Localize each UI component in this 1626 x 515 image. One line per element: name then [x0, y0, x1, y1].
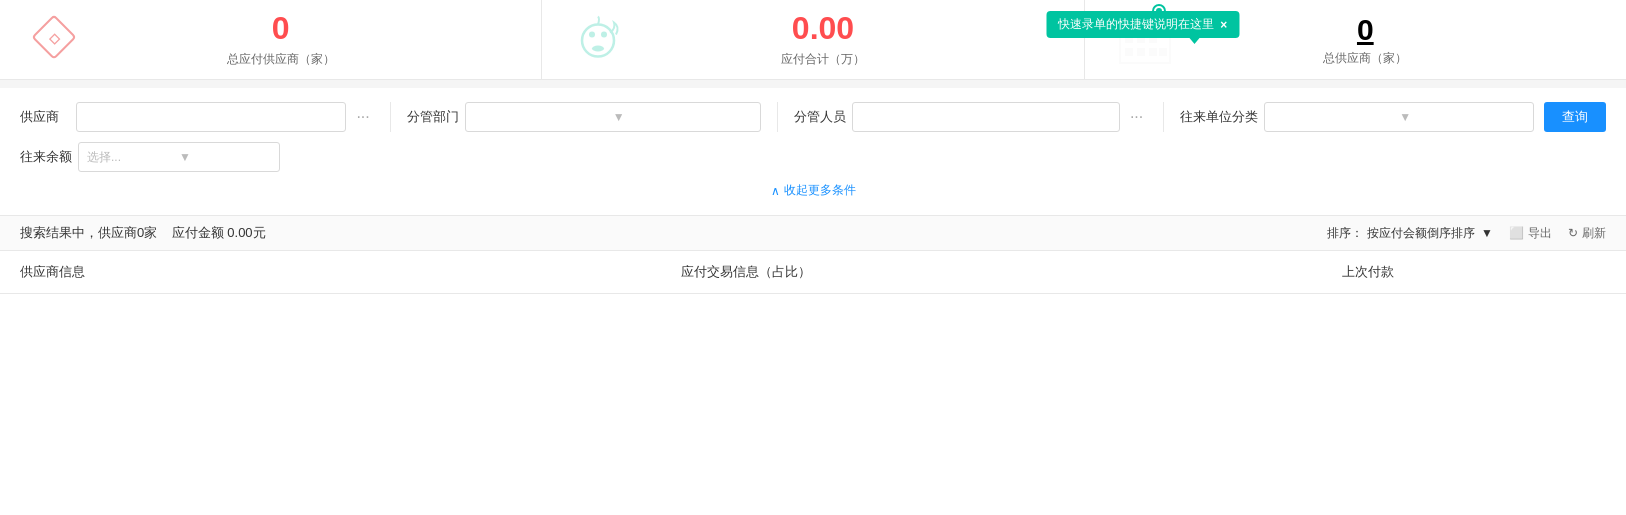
total-payable-suppliers-label: 总应付供应商（家）: [227, 51, 335, 68]
filter-supplier: 供应商 ···: [20, 102, 374, 132]
payable-total-value: 0.00: [781, 11, 865, 46]
department-chevron-icon: ▼: [613, 110, 752, 124]
svg-point-3: [589, 31, 595, 37]
stat-total-payable-suppliers: ◇ 0 总应付供应商（家）: [0, 0, 542, 79]
supplier-input-wrapper[interactable]: [76, 102, 346, 132]
filter-row-2: 往来余额 选择... ▼: [20, 142, 1606, 172]
tooltip-bubble: 快速录单的快捷键说明在这里 ×: [1046, 11, 1239, 38]
manager-more-dots[interactable]: ···: [1126, 108, 1147, 126]
stats-bar: ◇ 0 总应付供应商（家） 0.00 应付合计（万） 快速录: [0, 0, 1626, 80]
export-label: 导出: [1528, 225, 1552, 242]
filter-department: 分管部门 ▼: [407, 102, 761, 132]
total-suppliers-label: 总供应商（家）: [1323, 50, 1407, 67]
refresh-button[interactable]: ↻ 刷新: [1568, 225, 1606, 242]
manager-input[interactable]: [859, 110, 1113, 124]
sep2: [777, 102, 778, 132]
unit-category-chevron-icon: ▼: [1399, 110, 1525, 124]
results-info: 搜索结果中，供应商0家 应付金额 0.00元: [20, 224, 266, 242]
supplier-input[interactable]: [83, 110, 339, 124]
supplier-more-dots[interactable]: ···: [352, 108, 373, 126]
payable-total-label: 应付合计（万）: [781, 51, 865, 68]
total-payable-suppliers-value: 0: [227, 11, 335, 46]
supplier-label: 供应商: [20, 108, 70, 126]
department-label: 分管部门: [407, 108, 459, 126]
search-button[interactable]: 查询: [1544, 102, 1606, 132]
results-actions: 排序： 按应付会额倒序排序 ▼ ⬜ 导出 ↻ 刷新: [1327, 225, 1606, 242]
sort-chevron-icon: ▼: [1481, 226, 1493, 240]
export-button[interactable]: ⬜ 导出: [1509, 225, 1552, 242]
filter-manager: 分管人员 ···: [794, 102, 1148, 132]
table-header: 供应商信息 应付交易信息（占比） 上次付款: [0, 251, 1626, 294]
col-header-supplier: 供应商信息: [20, 263, 681, 281]
svg-point-5: [592, 45, 604, 51]
manager-label: 分管人员: [794, 108, 846, 126]
export-icon: ⬜: [1509, 226, 1524, 240]
department-select[interactable]: ▼: [465, 102, 761, 132]
filter-balance: 往来余额 选择... ▼: [20, 142, 280, 172]
results-bar: 搜索结果中，供应商0家 应付金额 0.00元 排序： 按应付会额倒序排序 ▼ ⬜…: [0, 216, 1626, 251]
unit-category-select[interactable]: ▼: [1264, 102, 1534, 132]
balance-chevron-icon: ▼: [179, 150, 271, 164]
svg-rect-13: [1159, 48, 1167, 56]
results-amount: 应付金额 0.00元: [172, 225, 266, 240]
unit-category-label: 往来单位分类: [1180, 108, 1258, 126]
sort-value: 按应付会额倒序排序: [1367, 225, 1475, 242]
svg-text:◇: ◇: [48, 29, 61, 45]
svg-rect-10: [1125, 48, 1133, 56]
filter-unit-category: 往来单位分类 ▼: [1180, 102, 1534, 132]
collapse-arrow-icon: ∧: [771, 184, 780, 198]
manager-input-wrapper[interactable]: [852, 102, 1120, 132]
collapse-button[interactable]: ∧ 收起更多条件: [771, 182, 856, 199]
total-suppliers-value: 0: [1323, 13, 1407, 46]
filter-row-1: 供应商 ··· 分管部门 ▼ 分管人员 ··· 往来单: [20, 102, 1606, 132]
refresh-label: 刷新: [1582, 225, 1606, 242]
sep1: [390, 102, 391, 132]
sort-label: 排序：: [1327, 225, 1363, 242]
tooltip-close[interactable]: ×: [1220, 18, 1227, 32]
table-body: [0, 294, 1626, 515]
svg-rect-12: [1149, 48, 1157, 56]
refresh-icon: ↻: [1568, 226, 1578, 240]
balance-select[interactable]: 选择... ▼: [78, 142, 280, 172]
col-header-last-payment: 上次付款: [1342, 263, 1606, 281]
pig-icon: [572, 12, 624, 67]
sep3: [1163, 102, 1164, 132]
svg-rect-11: [1137, 48, 1145, 56]
collapse-label: 收起更多条件: [784, 182, 856, 199]
sort-select[interactable]: 排序： 按应付会额倒序排序 ▼: [1327, 225, 1493, 242]
balance-placeholder: 选择...: [87, 149, 179, 166]
balance-label: 往来余额: [20, 148, 72, 166]
svg-point-4: [601, 31, 607, 37]
svg-point-2: [582, 24, 614, 56]
tooltip-container: 快速录单的快捷键说明在这里 ×: [1122, 6, 1164, 16]
tooltip-text: 快速录单的快捷键说明在这里: [1058, 16, 1214, 33]
section-divider-1: [0, 80, 1626, 88]
stat-payable-total: 0.00 应付合计（万） 快速录单的快捷键说明在这里 ×: [542, 0, 1084, 79]
diamond-icon: ◇: [30, 14, 78, 65]
col-header-transaction: 应付交易信息（占比）: [681, 263, 1342, 281]
filter-bar: 供应商 ··· 分管部门 ▼ 分管人员 ··· 往来单: [0, 88, 1626, 216]
results-summary: 搜索结果中，供应商0家: [20, 225, 157, 240]
